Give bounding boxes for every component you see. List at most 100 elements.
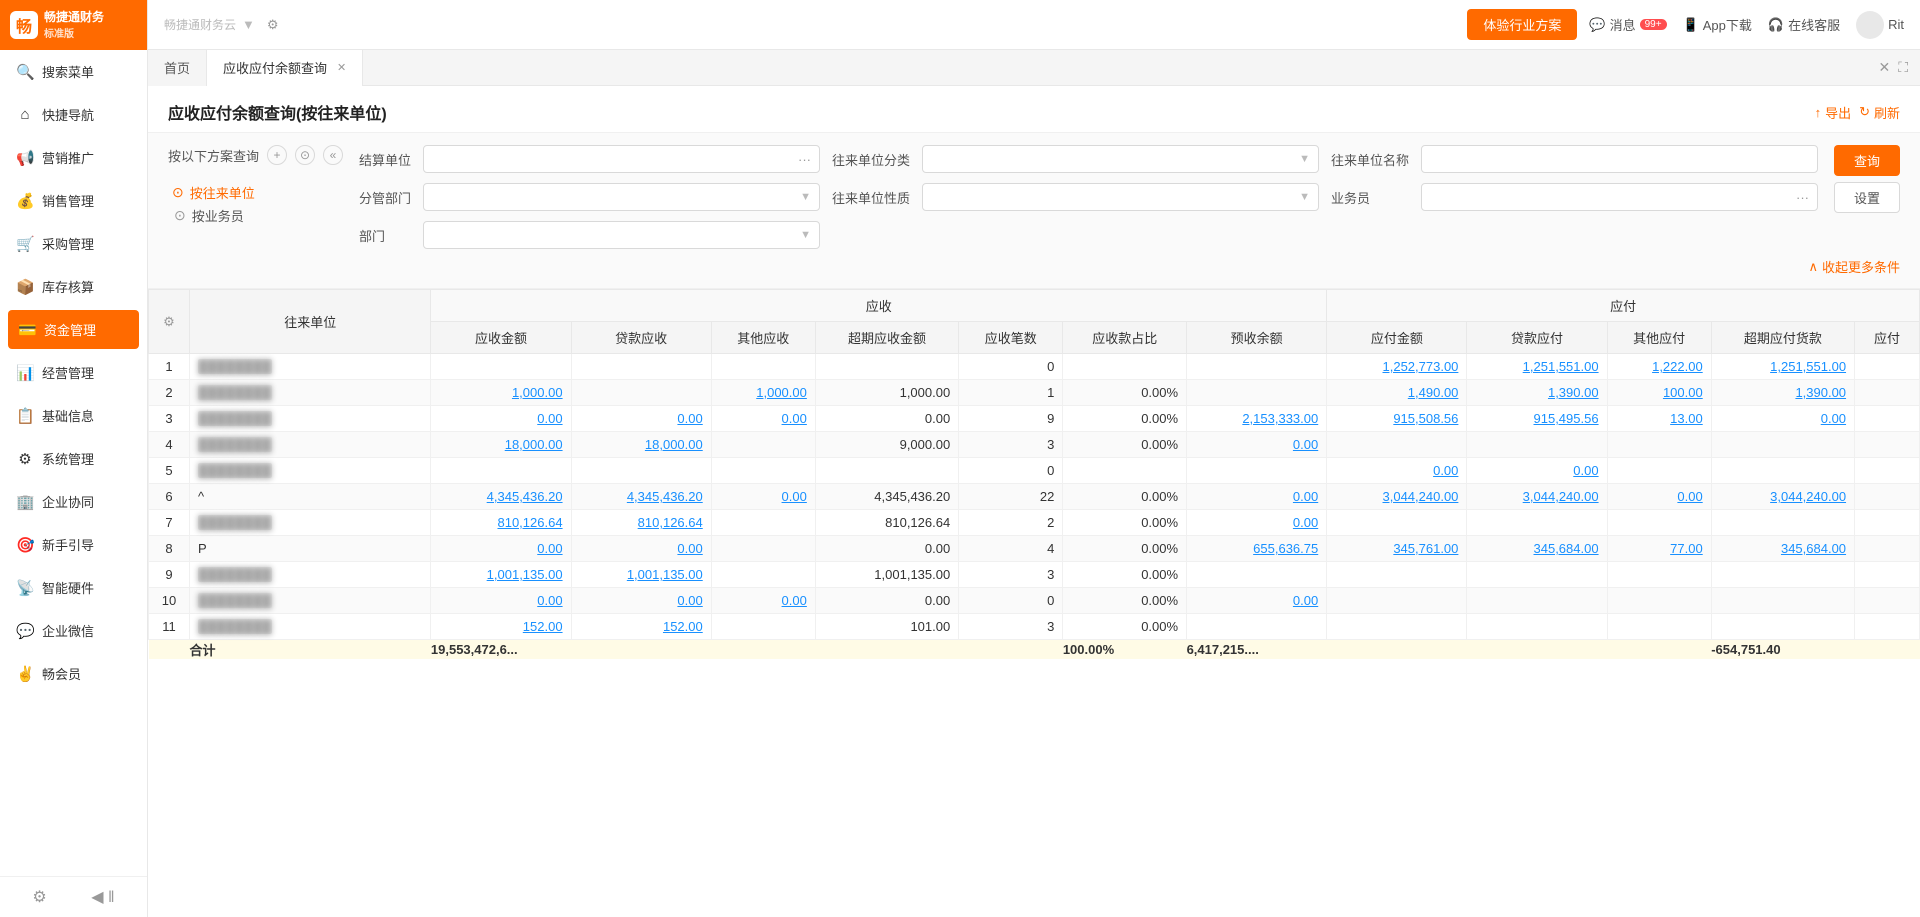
settlement-unit-input[interactable]: ··· [423,145,820,173]
row-loan-ar[interactable]: 18,000.00 [571,432,711,458]
col-settings[interactable]: ⚙ [149,290,190,354]
row-other-ap[interactable] [1607,588,1711,614]
row-prepaid[interactable]: 655,636.75 [1187,536,1327,562]
row-prepaid[interactable]: 0.00 [1187,588,1327,614]
sidebar-item-inventory[interactable]: 📦 库存核算 [0,265,147,308]
row-loan-ar[interactable]: 810,126.64 [571,510,711,536]
row-ap-amount[interactable] [1327,614,1467,640]
row-loan-ap[interactable] [1467,588,1607,614]
export-button[interactable]: ↑ 导出 [1815,103,1852,122]
scheme-by-salesman[interactable]: ⊙ 按业务员 [172,206,343,225]
dept-select[interactable]: ▼ [423,221,820,249]
sidebar-item-operations[interactable]: 📊 经营管理 [0,351,147,394]
row-overdue-ap[interactable] [1711,588,1854,614]
row-ar-amount[interactable]: 18,000.00 [431,432,571,458]
row-loan-ap[interactable] [1467,432,1607,458]
row-ap-amount[interactable]: 915,508.56 [1327,406,1467,432]
row-ap-amount[interactable] [1327,510,1467,536]
transaction-name-input[interactable] [1421,145,1818,173]
row-other-ar[interactable] [711,614,815,640]
row-other-ar[interactable]: 0.00 [711,588,815,614]
row-ar-amount[interactable]: 1,000.00 [431,380,571,406]
row-prepaid[interactable]: 0.00 [1187,432,1327,458]
transaction-category-select[interactable]: ▼ [922,145,1319,173]
sidebar-item-sales[interactable]: 💰 销售管理 [0,179,147,222]
service-action[interactable]: 🎧 在线客服 [1768,15,1840,34]
sidebar-item-member[interactable]: ✌ 畅会员 [0,652,147,695]
row-loan-ar[interactable]: 0.00 [571,536,711,562]
row-loan-ap[interactable]: 0.00 [1467,458,1607,484]
row-loan-ap[interactable]: 3,044,240.00 [1467,484,1607,510]
row-loan-ar[interactable] [571,354,711,380]
row-ar-amount[interactable]: 152.00 [431,614,571,640]
sidebar-item-guide[interactable]: 🎯 新手引导 [0,523,147,566]
row-other-ar[interactable]: 1,000.00 [711,380,815,406]
sidebar-item-quick-nav[interactable]: ⌂ 快捷导航 [0,93,147,136]
row-ar-amount[interactable] [431,354,571,380]
row-other-ap[interactable] [1607,458,1711,484]
row-other-ar[interactable] [711,562,815,588]
row-other-ap[interactable] [1607,614,1711,640]
row-overdue-ap[interactable]: 1,390.00 [1711,380,1854,406]
row-overdue-ap[interactable] [1711,458,1854,484]
scheme-arrow-button[interactable]: « [323,145,343,165]
row-other-ar[interactable] [711,354,815,380]
message-action[interactable]: 💬 消息 99+ [1589,15,1666,34]
row-ar-amount[interactable]: 810,126.64 [431,510,571,536]
row-other-ap[interactable]: 13.00 [1607,406,1711,432]
sidebar-item-basic[interactable]: 📋 基础信息 [0,394,147,437]
row-loan-ar[interactable]: 0.00 [571,406,711,432]
row-loan-ap[interactable] [1467,614,1607,640]
row-ap-amount[interactable]: 1,490.00 [1327,380,1467,406]
row-overdue-ap[interactable]: 1,251,551.00 [1711,354,1854,380]
salesman-input[interactable]: ··· [1421,183,1818,211]
row-other-ar[interactable]: 0.00 [711,406,815,432]
row-loan-ap[interactable] [1467,510,1607,536]
row-other-ap[interactable]: 77.00 [1607,536,1711,562]
row-prepaid[interactable] [1187,458,1327,484]
row-other-ap[interactable]: 0.00 [1607,484,1711,510]
settings-bottom-icon[interactable]: ⚙ [32,887,46,907]
row-prepaid[interactable]: 0.00 [1187,510,1327,536]
table-container[interactable]: ⚙ 往来单位 应收 应付 应收金额 贷款应收 其他应收 超期应收金额 应收笔数 … [148,289,1920,917]
row-loan-ar[interactable]: 0.00 [571,588,711,614]
sidebar-item-hardware[interactable]: 📡 智能硬件 [0,566,147,609]
unit-nature-select[interactable]: ▼ [922,183,1319,211]
row-prepaid[interactable]: 0.00 [1187,484,1327,510]
sidebar-item-purchase[interactable]: 🛒 采购管理 [0,222,147,265]
row-other-ar[interactable] [711,510,815,536]
row-overdue-ap[interactable] [1711,562,1854,588]
row-other-ar[interactable]: 0.00 [711,484,815,510]
row-prepaid[interactable]: 2,153,333.00 [1187,406,1327,432]
row-overdue-ap[interactable] [1711,432,1854,458]
row-ar-amount[interactable]: 1,001,135.00 [431,562,571,588]
row-loan-ar[interactable]: 4,345,436.20 [571,484,711,510]
row-prepaid[interactable] [1187,614,1327,640]
sidebar-item-search-menu[interactable]: 🔍 搜索菜单 [0,50,147,93]
collapse-sidebar-icon[interactable]: ◀ ‖ [91,887,114,907]
row-ar-amount[interactable]: 0.00 [431,588,571,614]
row-other-ar[interactable] [711,458,815,484]
edit-scheme-button[interactable]: ⊙ [295,145,315,165]
sidebar-item-capital[interactable]: 💳 资金管理 [8,310,139,349]
row-ap-amount[interactable]: 345,761.00 [1327,536,1467,562]
refresh-button[interactable]: ↻ 刷新 [1859,103,1900,122]
gear-icon-header[interactable]: ⚙ [267,17,279,33]
row-loan-ap[interactable]: 915,495.56 [1467,406,1607,432]
sidebar-item-enterprise[interactable]: 🏢 企业协同 [0,480,147,523]
row-ap-amount[interactable]: 0.00 [1327,458,1467,484]
row-other-ar[interactable] [711,432,815,458]
query-button[interactable]: 查询 [1834,145,1900,176]
table-settings-icon[interactable]: ⚙ [157,310,181,334]
row-loan-ap[interactable] [1467,562,1607,588]
tab-close-icon[interactable]: ✕ [337,61,346,74]
row-overdue-ap[interactable]: 3,044,240.00 [1711,484,1854,510]
row-ap-amount[interactable] [1327,588,1467,614]
scheme-by-unit[interactable]: ⊙ 按往来单位 [172,183,343,202]
row-overdue-ap[interactable]: 0.00 [1711,406,1854,432]
sidebar-item-marketing[interactable]: 📢 营销推广 [0,136,147,179]
row-loan-ar[interactable]: 152.00 [571,614,711,640]
row-ap-amount[interactable] [1327,432,1467,458]
row-loan-ar[interactable] [571,380,711,406]
row-other-ap[interactable]: 100.00 [1607,380,1711,406]
